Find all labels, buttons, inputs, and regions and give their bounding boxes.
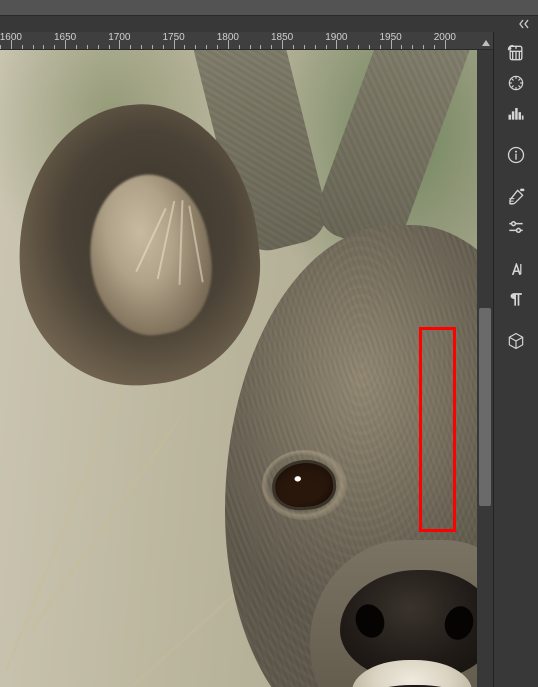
scroll-up-arrow[interactable]	[481, 35, 491, 50]
vertical-scrollbar-thumb[interactable]	[479, 308, 491, 506]
collapse-panels-button[interactable]	[519, 19, 533, 29]
adjustments-icon[interactable]	[499, 212, 533, 242]
collapsed-panels-dock	[493, 32, 538, 687]
document-image[interactable]	[0, 50, 477, 687]
horizontal-ruler[interactable]: 160016501700175018001850190019502000	[0, 32, 493, 50]
character-icon[interactable]	[499, 254, 533, 284]
options-bar-stub	[0, 0, 538, 16]
canvas-area: 160016501700175018001850190019502000	[0, 32, 493, 687]
info-icon[interactable]	[499, 140, 533, 170]
panel-collapse-row	[0, 16, 538, 32]
brush-settings-icon[interactable]	[499, 182, 533, 212]
histogram-icon[interactable]	[499, 98, 533, 128]
3d-icon[interactable]	[499, 326, 533, 356]
paragraph-icon[interactable]	[499, 284, 533, 314]
navigator-icon[interactable]	[499, 68, 533, 98]
vertical-scrollbar[interactable]	[477, 50, 493, 687]
history-icon[interactable]	[499, 38, 533, 68]
